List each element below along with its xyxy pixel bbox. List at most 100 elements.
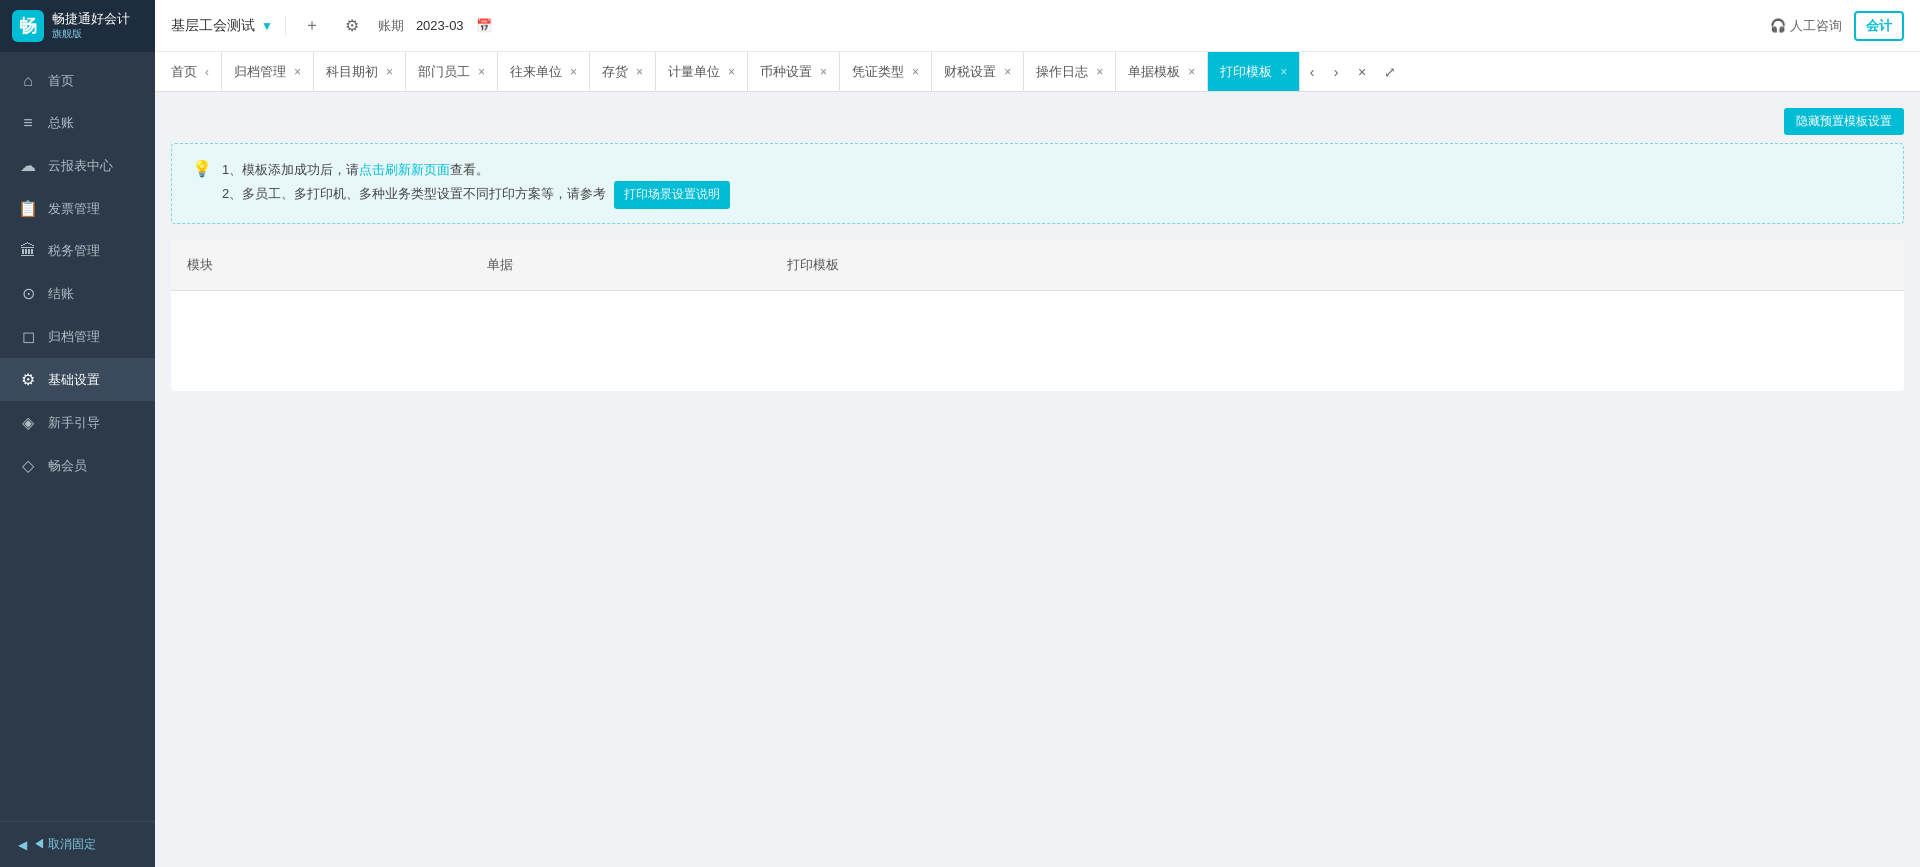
sidebar-item-home[interactable]: ⌂ 首页 [0,60,155,102]
top-bar: 基层工会测试 ▼ ＋ ⚙ 账期 2023-03 📅 🎧 人工咨询 会计 [155,0,1920,52]
table-body [171,291,1904,391]
tab-label: 单据模板 [1128,63,1180,81]
tab-label: 首页 [171,63,197,81]
tab-close-icon[interactable]: × [1280,65,1287,79]
sidebar: 畅 畅捷通好会计 旗舰版 ⌂ 首页 ≡ 总账 ☁ 云报表中心 📋 发票管理 🏛 … [0,0,155,867]
tab-close-icon[interactable]: × [570,65,577,79]
tab-currency[interactable]: 币种设置 × [748,52,840,91]
tab-home[interactable]: 首页 ‹ [159,52,222,91]
logo-icon: 畅 [12,10,44,42]
tab-partner[interactable]: 往来单位 × [498,52,590,91]
refresh-link[interactable]: 点击刷新新页面 [359,162,450,177]
period-label: 账期 [378,17,404,35]
tab-next-button[interactable]: › [1324,52,1348,91]
sidebar-item-archive[interactable]: ◻ 归档管理 [0,315,155,358]
sidebar-item-label: 总账 [48,114,74,132]
sidebar-item-label: 发票管理 [48,200,100,218]
invoice-icon: 📋 [18,199,38,218]
tab-tax-settings[interactable]: 财税设置 × [932,52,1024,91]
support-label: 人工咨询 [1790,17,1842,35]
tab-unit[interactable]: 计量单位 × [656,52,748,91]
sidebar-item-label: 云报表中心 [48,157,113,175]
tab-nav-arrow[interactable]: ‹ [205,65,209,79]
tab-subject[interactable]: 科目期初 × [314,52,406,91]
tab-inventory[interactable]: 存货 × [590,52,656,91]
tab-label: 币种设置 [760,63,812,81]
tab-close-icon[interactable]: × [1004,65,1011,79]
main-area: 基层工会测试 ▼ ＋ ⚙ 账期 2023-03 📅 🎧 人工咨询 会计 首页 ‹… [155,0,1920,867]
tab-close-icon[interactable]: × [1096,65,1103,79]
print-scene-btn[interactable]: 打印场景设置说明 [614,181,730,209]
notice-icon: 💡 [192,159,212,178]
divider [285,16,286,36]
tab-label: 财税设置 [944,63,996,81]
sidebar-item-tax[interactable]: 🏛 税务管理 [0,230,155,272]
col-module: 模块 [171,250,471,280]
tab-label: 存货 [602,63,628,81]
tab-close-icon[interactable]: × [912,65,919,79]
tax-icon: 🏛 [18,242,38,260]
sidebar-item-label: 税务管理 [48,242,100,260]
guide-icon: ◈ [18,413,38,432]
sidebar-item-label: 畅会员 [48,457,87,475]
sidebar-item-label: 结账 [48,285,74,303]
sidebar-item-label: 首页 [48,72,74,90]
tab-label: 凭证类型 [852,63,904,81]
print-template-table: 模块 单据 打印模板 [171,240,1904,391]
settings-cog-button[interactable]: ⚙ [338,12,366,40]
notice-line2-prefix: 2、多员工、多打印机、多种业务类型设置不同打印方案等，请参考 [222,186,606,201]
tab-archive[interactable]: 归档管理 × [222,52,314,91]
sidebar-item-ledger[interactable]: ≡ 总账 [0,102,155,144]
sidebar-item-invoice[interactable]: 📋 发票管理 [0,187,155,230]
tab-close-icon[interactable]: × [820,65,827,79]
notice-line1-suffix: 查看。 [450,162,489,177]
tab-expand-button[interactable]: ⤢ [1376,52,1404,91]
top-bar-right: 🎧 人工咨询 会计 [1770,11,1904,41]
sidebar-item-settings[interactable]: ⚙ 基础设置 [0,358,155,401]
unpin-label: ◀ 取消固定 [33,836,96,853]
tab-single-doc[interactable]: 单据模板 × [1116,52,1208,91]
col-single-doc: 单据 [471,250,771,280]
account-button[interactable]: 会计 [1854,11,1904,41]
tab-print-template[interactable]: 打印模板 × [1208,52,1300,91]
tab-close-icon[interactable]: × [1188,65,1195,79]
add-tab-button[interactable]: ＋ [298,12,326,40]
hide-template-container: 隐藏预置模板设置 [171,108,1904,135]
table-header: 模块 单据 打印模板 [171,240,1904,291]
tab-label: 科目期初 [326,63,378,81]
tab-label: 往来单位 [510,63,562,81]
sidebar-item-label: 基础设置 [48,371,100,389]
tab-label: 计量单位 [668,63,720,81]
tab-department[interactable]: 部门员工 × [406,52,498,91]
sidebar-item-member[interactable]: ◇ 畅会员 [0,444,155,487]
hide-template-button[interactable]: 隐藏预置模板设置 [1784,108,1904,135]
settings-icon: ⚙ [18,370,38,389]
sidebar-item-label: 归档管理 [48,328,100,346]
tab-close-icon[interactable]: × [478,65,485,79]
notice-text: 1、模板添加成功后，请点击刷新新页面查看。 2、多员工、多打印机、多种业务类型设… [222,158,730,209]
support-button[interactable]: 🎧 人工咨询 [1770,17,1842,35]
tab-close-icon[interactable]: × [636,65,643,79]
notice-box: 💡 1、模板添加成功后，请点击刷新新页面查看。 2、多员工、多打印机、多种业务类… [171,143,1904,224]
tab-close-icon[interactable]: × [728,65,735,79]
tab-label: 归档管理 [234,63,286,81]
tab-label: 操作日志 [1036,63,1088,81]
tab-close-icon[interactable]: × [386,65,393,79]
tab-close-all-button[interactable]: × [1348,52,1376,91]
notice-line1: 1、模板添加成功后，请点击刷新新页面查看。 [222,158,730,181]
cloud-icon: ☁ [18,156,38,175]
tab-voucher[interactable]: 凭证类型 × [840,52,932,91]
calendar-icon[interactable]: 📅 [476,18,492,33]
sidebar-item-settle[interactable]: ⊙ 结账 [0,272,155,315]
notice-row: 💡 1、模板添加成功后，请点击刷新新页面查看。 2、多员工、多打印机、多种业务类… [192,158,1883,209]
project-selector[interactable]: 基层工会测试 ▼ [171,17,273,35]
tab-operation-log[interactable]: 操作日志 × [1024,52,1116,91]
ledger-icon: ≡ [18,114,38,132]
period-value: 2023-03 [416,18,464,33]
app-logo: 畅 畅捷通好会计 旗舰版 [0,0,155,52]
tab-close-icon[interactable]: × [294,65,301,79]
tab-prev-button[interactable]: ‹ [1300,52,1324,91]
unpin-button[interactable]: ◀ ◀ 取消固定 [0,821,155,867]
sidebar-item-guide[interactable]: ◈ 新手引导 [0,401,155,444]
sidebar-item-reports[interactable]: ☁ 云报表中心 [0,144,155,187]
